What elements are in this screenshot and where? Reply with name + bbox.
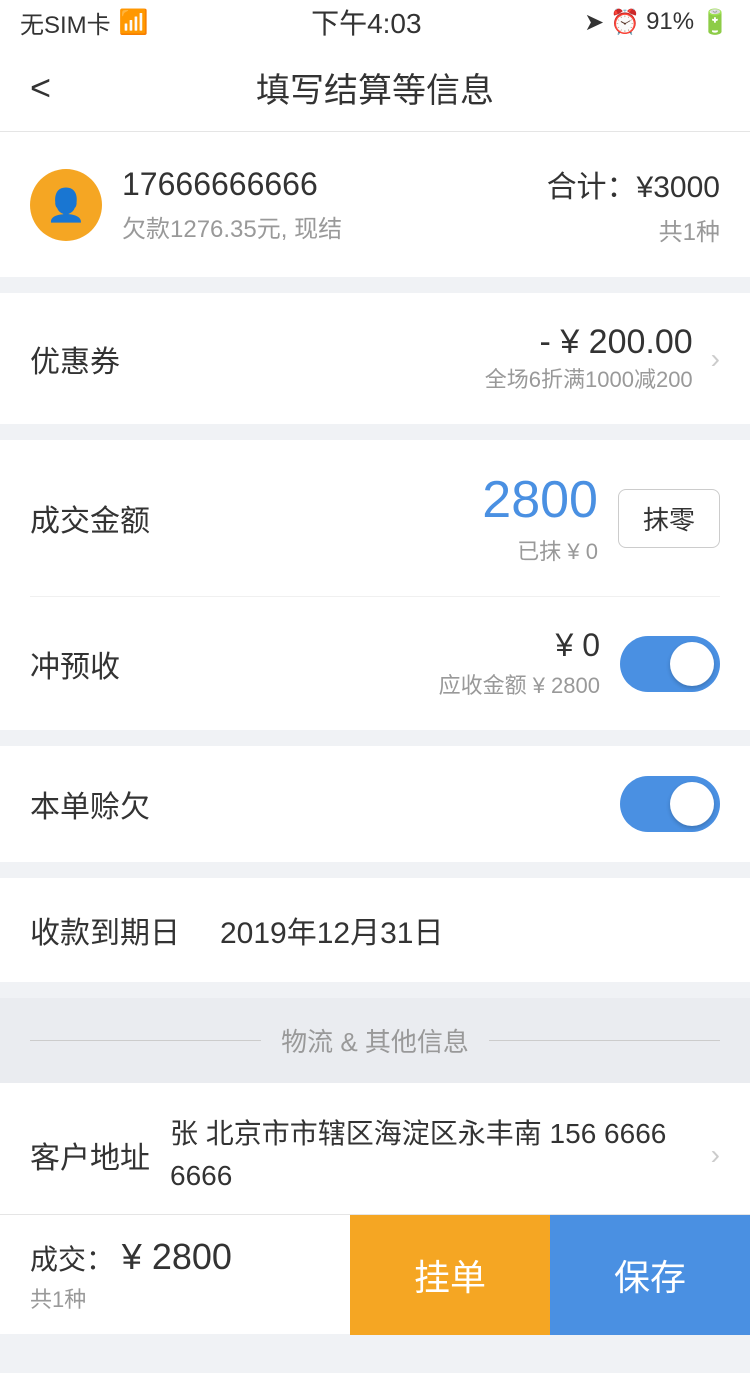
bottom-summary-label: 成交：: [30, 1244, 114, 1275]
bottom-summary-line1: 成交： ¥ 2800: [30, 1236, 320, 1278]
back-button[interactable]: <: [30, 67, 51, 109]
deal-amount-label: 成交金额: [30, 496, 150, 540]
coupon-desc: 全场6折满1000减200: [485, 362, 693, 394]
prepayment-row: 冲预收 ¥ 0 应收金额 ¥ 2800: [0, 597, 750, 730]
deal-amount-info: 2800 已抹 ¥ 0: [482, 470, 598, 566]
deal-section: 成交金额 2800 已抹 ¥ 0 抹零 冲预收 ¥ 0 应收金额 ¥ 2800: [0, 440, 750, 730]
prepayment-amount-info: ¥ 0 应收金额 ¥ 2800: [439, 627, 600, 700]
divider-line-left: [30, 1040, 261, 1041]
status-bar: 无SIM卡 📶 下午4:03 ➤ ⏰ 91% 🔋: [0, 0, 750, 44]
prepayment-right: ¥ 0 应收金额 ¥ 2800: [439, 627, 720, 700]
bottom-summary-amount: ¥ 2800: [122, 1236, 232, 1277]
customer-right: 合计：¥3000 共1种: [547, 162, 720, 247]
page-title: 填写结算等信息: [256, 63, 494, 112]
due-date-value: 2019年12月31日: [220, 908, 443, 952]
prepayment-amount: ¥ 0: [439, 627, 600, 664]
status-right: ➤ ⏰ 91% 🔋: [584, 8, 730, 37]
customer-info: 17666666666 欠款1276.35元, 现结: [122, 166, 342, 244]
coupon-row[interactable]: 优惠券 - ¥ 200.00 全场6折满1000减200 ›: [0, 293, 750, 424]
coupon-label: 优惠券: [30, 337, 120, 381]
due-date-label: 收款到期日: [30, 908, 180, 952]
content-area: 👤 17666666666 欠款1276.35元, 现结 合计：¥3000 共1…: [0, 132, 750, 1373]
nav-bar: < 填写结算等信息: [0, 44, 750, 132]
credit-note-row: 本单赊欠: [0, 746, 750, 862]
round-button[interactable]: 抹零: [618, 489, 720, 548]
avatar: 👤: [30, 169, 102, 241]
due-date-row: 收款到期日 2019年12月31日: [0, 878, 750, 982]
address-label: 客户地址: [30, 1133, 150, 1177]
wifi-icon: 📶: [119, 8, 149, 37]
customer-total: 合计：¥3000: [547, 162, 720, 206]
deal-amount-row: 成交金额 2800 已抹 ¥ 0 抹零: [0, 440, 750, 596]
alarm-icon: ⏰: [610, 8, 640, 37]
bottom-summary: 成交： ¥ 2800 共1种: [0, 1236, 350, 1314]
prepayment-toggle[interactable]: [620, 636, 720, 692]
status-time: 下午4:03: [311, 2, 422, 42]
deal-right: 2800 已抹 ¥ 0 抹零: [482, 470, 720, 566]
save-button[interactable]: 保存: [550, 1215, 750, 1335]
divider-text: 物流 & 其他信息: [281, 1022, 469, 1059]
credit-section: 本单赊欠: [0, 746, 750, 862]
prepayment-sub: 应收金额 ¥ 2800: [439, 668, 600, 700]
battery-level: 91%: [646, 8, 694, 36]
customer-left: 👤 17666666666 欠款1276.35元, 现结: [30, 166, 342, 244]
address-value: 张 北京市市辖区海淀区永丰南 156 6666 6666: [170, 1113, 701, 1197]
credit-note-toggle[interactable]: [620, 776, 720, 832]
coupon-amount: - ¥ 200.00: [485, 323, 693, 362]
status-left: 无SIM卡 📶: [20, 5, 149, 40]
no-sim-label: 无SIM卡: [20, 5, 111, 40]
customer-count: 共1种: [547, 212, 720, 247]
customer-card: 👤 17666666666 欠款1276.35元, 现结 合计：¥3000 共1…: [0, 132, 750, 277]
deal-sub: 已抹 ¥ 0: [482, 534, 598, 566]
divider-line-right: [489, 1040, 720, 1041]
credit-note-label: 本单赊欠: [30, 782, 150, 826]
customer-debt: 欠款1276.35元, 现结: [122, 209, 342, 244]
customer-phone: 17666666666: [122, 166, 342, 203]
bottom-summary-count: 共1种: [30, 1282, 320, 1314]
address-chevron-icon: ›: [711, 1139, 720, 1171]
prepayment-label: 冲预收: [30, 642, 120, 686]
location-icon: ➤: [584, 8, 604, 37]
deal-number: 2800: [482, 470, 598, 530]
coupon-right-info: - ¥ 200.00 全场6折满1000减200: [485, 323, 693, 394]
hold-button[interactable]: 挂单: [350, 1215, 550, 1335]
coupon-chevron-icon: ›: [711, 343, 720, 375]
logistics-divider: 物流 & 其他信息: [0, 998, 750, 1083]
bottom-bar: 成交： ¥ 2800 共1种 挂单 保存: [0, 1214, 750, 1334]
battery-icon: 🔋: [700, 8, 730, 37]
address-row[interactable]: 客户地址 张 北京市市辖区海淀区永丰南 156 6666 6666 ›: [0, 1083, 750, 1227]
